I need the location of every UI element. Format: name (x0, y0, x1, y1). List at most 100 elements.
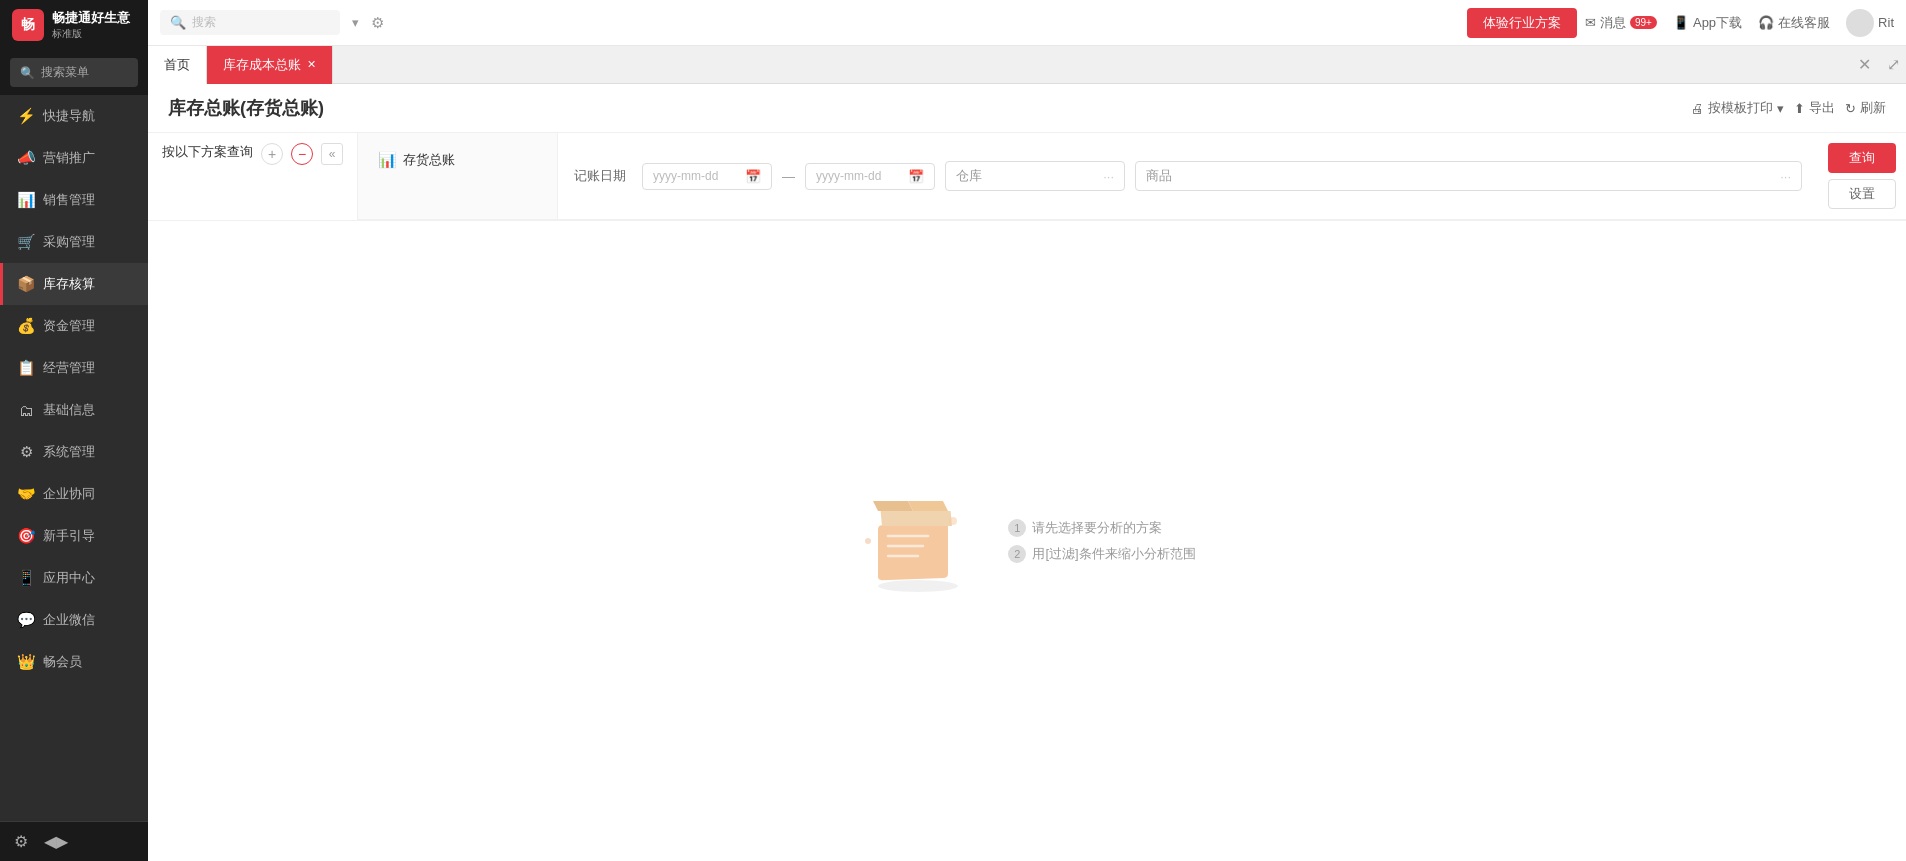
expand-panel-button[interactable]: ⤢ (1881, 55, 1906, 74)
headset-icon: 🎧 (1758, 15, 1774, 30)
product-more-icon[interactable]: ··· (1780, 169, 1791, 184)
tab-inventory-ledger[interactable]: 库存成本总账 ✕ (207, 46, 333, 84)
user-menu[interactable]: Rit (1846, 9, 1894, 37)
settings-header-icon[interactable]: ⚙ (371, 14, 384, 32)
empty-step-2: 2 用[过滤]条件来缩小分析范围 (1008, 541, 1195, 567)
sidebar-item-sales[interactable]: 📊 销售管理 (0, 179, 148, 221)
sidebar-item-wechat[interactable]: 💬 企业微信 (0, 599, 148, 641)
finance-icon: 💰 (17, 317, 35, 335)
sales-icon: 📊 (17, 191, 35, 209)
svg-marker-2 (881, 511, 952, 526)
page-header: 库存总账(存货总账) 🖨 按模板打印 ▾ ⬆ 导出 ↻ 刷新 (148, 84, 1906, 133)
settings-footer-button[interactable]: ⚙ (14, 832, 28, 851)
date-end-input[interactable]: yyyy-mm-dd 📅 (805, 163, 935, 190)
filter-right: 📊 存货总账 记账日期 yyyy-mm-dd 📅 — yyyy- (358, 133, 1906, 220)
industry-solution-button[interactable]: 体验行业方案 (1467, 8, 1577, 38)
tab-home[interactable]: 首页 (148, 46, 207, 84)
export-button[interactable]: ⬆ 导出 (1794, 99, 1835, 117)
main-area: 🔍 搜索 ▾ ⚙ 体验行业方案 ✉ 消息 99+ 📱 App下载 🎧 在线客服 … (148, 0, 1906, 861)
svg-point-8 (949, 517, 957, 525)
mobile-icon: 📱 (1673, 15, 1689, 30)
wechat-icon: 💬 (17, 611, 35, 629)
date-separator: — (782, 169, 795, 184)
sidebar-item-enterprise[interactable]: 🤝 企业协同 (0, 473, 148, 515)
sidebar-item-newuser[interactable]: 🎯 新手引导 (0, 515, 148, 557)
basic-icon: 🗂 (17, 402, 35, 419)
filter-collapse-button[interactable]: « (321, 143, 343, 165)
purchase-icon: 🛒 (17, 233, 35, 251)
warehouse-select[interactable]: 仓库 ··· (945, 161, 1125, 191)
filter-del-button[interactable]: − (291, 143, 313, 165)
warehouse-label: 仓库 (956, 167, 982, 185)
sidebar-item-shortcut[interactable]: ⚡ 快捷导航 (0, 95, 148, 137)
sidebar-item-operation[interactable]: 📋 经营管理 (0, 347, 148, 389)
svg-point-0 (878, 580, 958, 592)
sidebar-footer: ⚙ ◀▶ (0, 821, 148, 861)
messages-button[interactable]: ✉ 消息 99+ (1585, 14, 1657, 32)
product-select[interactable]: 商品 ··· (1135, 161, 1802, 191)
marketing-icon: 📣 (17, 149, 35, 167)
inventory-icon: 📦 (17, 275, 35, 293)
message-icon: ✉ (1585, 15, 1596, 30)
sidebar-item-purchase[interactable]: 🛒 采购管理 (0, 221, 148, 263)
scheme-item-inventory[interactable]: 📊 存货总账 (368, 143, 547, 177)
filter-label: 按以下方案查询 (162, 143, 253, 161)
page-content: 库存总账(存货总账) 🖨 按模板打印 ▾ ⬆ 导出 ↻ 刷新 (148, 84, 1906, 861)
close-panel-button[interactable]: ✕ (1848, 55, 1881, 74)
printer-icon: 🖨 (1691, 101, 1704, 116)
filter-add-button[interactable]: + (261, 143, 283, 165)
sidebar-item-appcenter[interactable]: 📱 应用中心 (0, 557, 148, 599)
filter-conditions: 记账日期 yyyy-mm-dd 📅 — yyyy-mm-dd 📅 仓库 (558, 133, 1818, 219)
empty-text: 1 请先选择要分析的方案 2 用[过滤]条件来缩小分析范围 (1008, 515, 1195, 567)
tab-close-icon[interactable]: ✕ (307, 58, 316, 71)
settings-button[interactable]: 设置 (1828, 179, 1896, 209)
sidebar-item-finance[interactable]: 💰 资金管理 (0, 305, 148, 347)
operation-icon: 📋 (17, 359, 35, 377)
search-menu-button[interactable]: 🔍 搜索菜单 (10, 58, 138, 87)
query-buttons-area: 查询 设置 (1818, 133, 1906, 219)
shortcut-icon: ⚡ (17, 107, 35, 125)
collapse-sidebar-button[interactable]: ◀▶ (44, 832, 68, 851)
sidebar-item-inventory[interactable]: 📦 库存核算 (0, 263, 148, 305)
online-service-button[interactable]: 🎧 在线客服 (1758, 14, 1830, 32)
app-logo: 畅 畅捷通好生意 标准版 (0, 0, 148, 50)
empty-step-1: 1 请先选择要分析的方案 (1008, 515, 1195, 541)
svg-marker-4 (908, 501, 948, 511)
print-template-button[interactable]: 🖨 按模板打印 ▾ (1691, 99, 1784, 117)
warehouse-more-icon[interactable]: ··· (1103, 169, 1114, 184)
search-dropdown-icon[interactable]: ▾ (352, 15, 359, 30)
header-right: ✉ 消息 99+ 📱 App下载 🎧 在线客服 Rit (1585, 9, 1894, 37)
refresh-button[interactable]: ↻ 刷新 (1845, 99, 1886, 117)
enterprise-icon: 🤝 (17, 485, 35, 503)
scheme-list: 📊 存货总账 (358, 133, 558, 219)
message-badge: 99+ (1630, 16, 1657, 29)
date-label: 记账日期 (574, 167, 626, 185)
sidebar-item-vip[interactable]: 👑 畅会员 (0, 641, 148, 683)
sidebar-item-system[interactable]: ⚙ 系统管理 (0, 431, 148, 473)
vip-icon: 👑 (17, 653, 35, 671)
top-header: 🔍 搜索 ▾ ⚙ 体验行业方案 ✉ 消息 99+ 📱 App下载 🎧 在线客服 … (148, 0, 1906, 46)
sidebar: 畅 畅捷通好生意 标准版 🔍 搜索菜单 ⚡ 快捷导航 📣 营销推广 📊 销售管理… (0, 0, 148, 861)
tab-bar: 首页 库存成本总账 ✕ ✕ ⤢ (148, 46, 1906, 84)
search-header-icon: 🔍 (170, 15, 186, 30)
svg-rect-1 (878, 523, 948, 580)
user-avatar (1846, 9, 1874, 37)
sidebar-item-marketing[interactable]: 📣 营销推广 (0, 137, 148, 179)
calendar-end-icon[interactable]: 📅 (908, 169, 924, 184)
empty-svg (858, 481, 978, 601)
date-start-input[interactable]: yyyy-mm-dd 📅 (642, 163, 772, 190)
scheme-and-conditions: 📊 存货总账 记账日期 yyyy-mm-dd 📅 — yyyy- (358, 133, 1906, 220)
header-search-area[interactable]: 🔍 搜索 (160, 10, 340, 35)
appcenter-icon: 📱 (17, 569, 35, 587)
calendar-start-icon[interactable]: 📅 (745, 169, 761, 184)
page-title: 库存总账(存货总账) (168, 96, 324, 120)
scheme-icon: 📊 (378, 151, 397, 169)
query-button[interactable]: 查询 (1828, 143, 1896, 173)
logo-text: 畅捷通好生意 标准版 (52, 10, 130, 40)
newuser-icon: 🎯 (17, 527, 35, 545)
sidebar-nav: ⚡ 快捷导航 📣 营销推广 📊 销售管理 🛒 采购管理 📦 库存核算 💰 资金管… (0, 95, 148, 821)
sidebar-item-basic[interactable]: 🗂 基础信息 (0, 389, 148, 431)
empty-state: 1 请先选择要分析的方案 2 用[过滤]条件来缩小分析范围 (148, 221, 1906, 861)
app-download-button[interactable]: 📱 App下载 (1673, 14, 1742, 32)
svg-marker-3 (873, 501, 913, 511)
